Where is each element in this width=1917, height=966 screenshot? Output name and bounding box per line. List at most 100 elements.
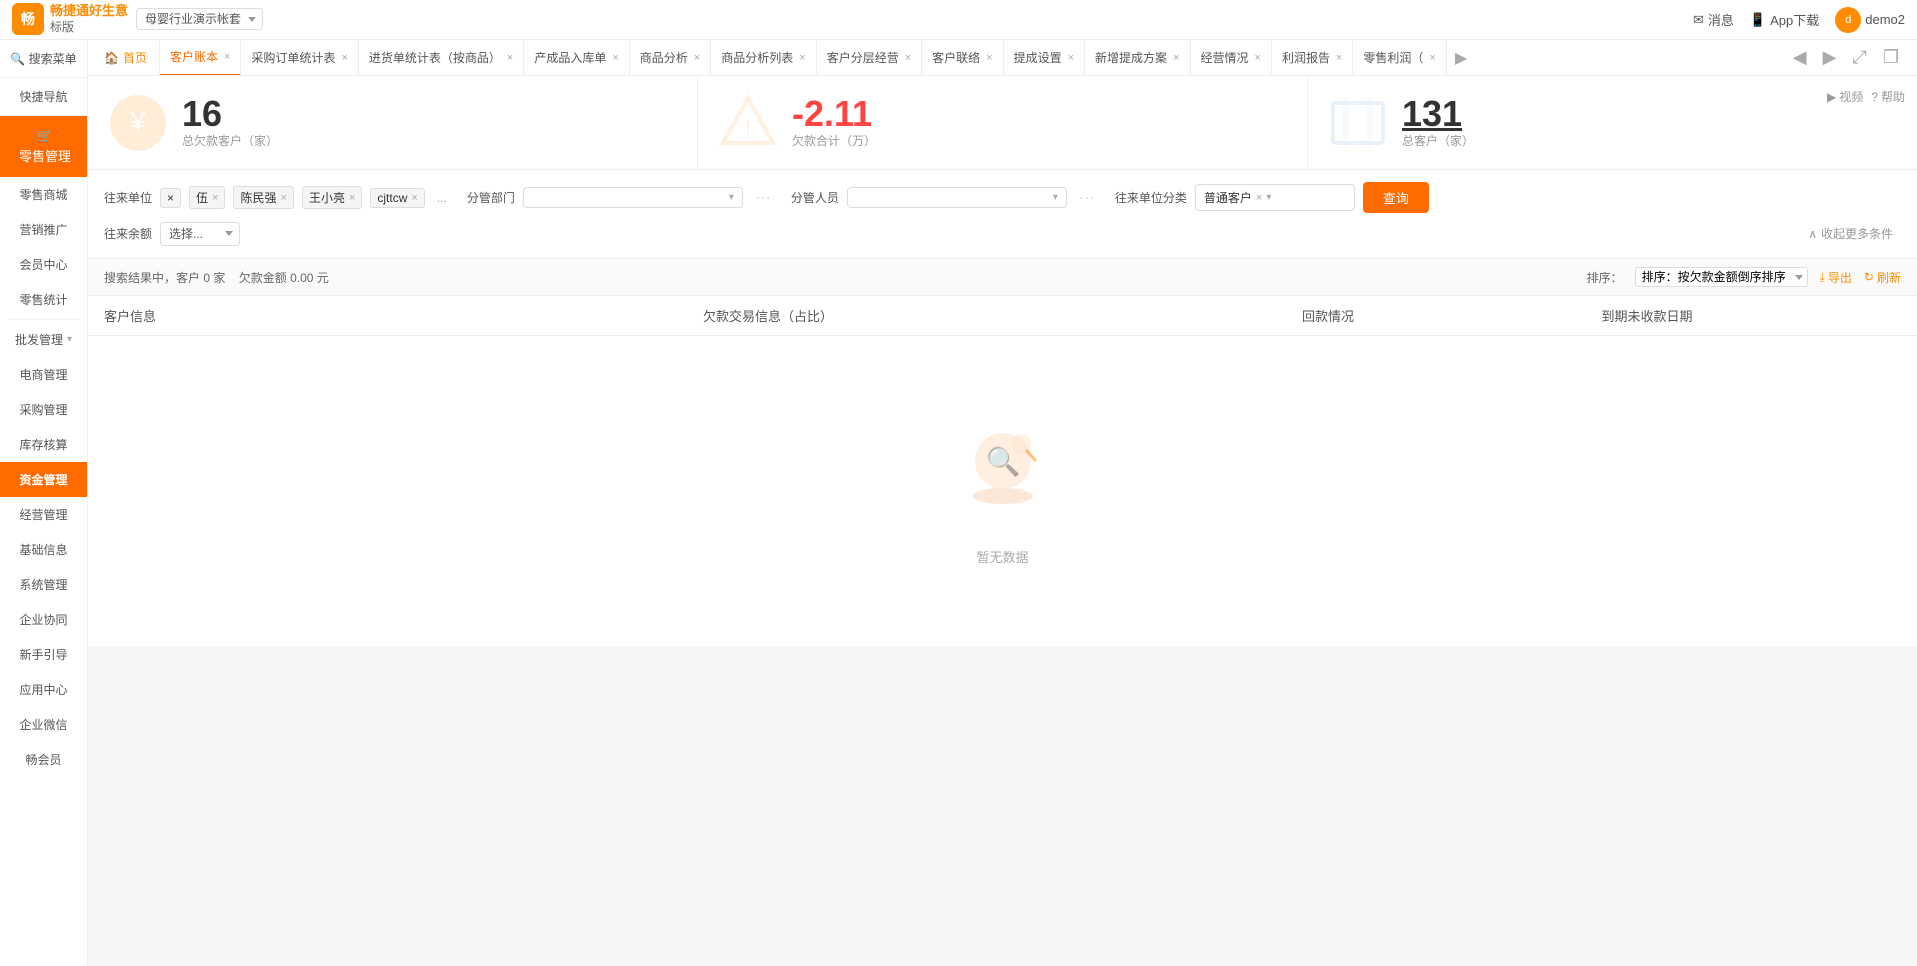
tab-close-profit[interactable]: × [1336,52,1342,64]
tab-close-new-commission[interactable]: × [1173,52,1179,64]
tab-close-customer-ledger[interactable]: × [224,51,230,63]
filter-tag-unit-wu: 伍 × [189,186,225,209]
tab-close-commission[interactable]: × [1068,52,1074,64]
app-download-btn[interactable]: 📱 App下载 [1750,10,1819,29]
sidebar-item-finance[interactable]: 资金管理 [0,462,87,497]
sidebar-item-ecommerce[interactable]: 电商管理 [0,357,87,392]
retail-icon: 🛒 [37,128,53,144]
sidebar-item-system[interactable]: 系统管理 [0,567,87,602]
balance-select[interactable]: 选择... [160,222,240,246]
home-icon: 🏠 [104,51,119,65]
table-header: 客户信息 欠款交易信息（占比） 回款情况 到期未收款日期 [88,296,1917,336]
unit-classify-select[interactable]: 普通客户 × ▾ [1195,184,1355,211]
tab-close-product-analysis[interactable]: × [694,52,700,64]
phone-icon: 📱 [1750,12,1766,28]
filter-tag-unit-chen: 陈民强 × [233,186,293,209]
sidebar-item-purchase[interactable]: 采购管理 [0,392,87,427]
stat-video-help: ▶ 视频 ? 帮助 [1827,88,1905,105]
logo-area: 畅 畅捷通好生意 标版 [12,3,128,35]
refresh-btn[interactable]: ↻ 刷新 [1864,269,1901,286]
tab-close-contact[interactable]: × [986,52,992,64]
sidebar-item-basic-info[interactable]: 基础信息 [0,532,87,567]
sidebar-item-retail-stats[interactable]: 零售统计 [0,282,87,317]
help-btn[interactable]: ? 帮助 [1871,88,1905,105]
sidebar-item-retail-mall[interactable]: 零售商城 [0,177,87,212]
sidebar-item-enterprise[interactable]: 企业协同 [0,602,87,637]
sidebar-item-member[interactable]: 畅会员 [0,742,87,777]
sidebar-item-guide[interactable]: 新手引导 [0,637,87,672]
sort-select[interactable]: 排序：按欠款金额倒序排序 [1635,267,1808,287]
filter-tag-unit-base: × [160,188,181,208]
remove-classify-btn[interactable]: × [1256,192,1262,204]
query-button[interactable]: 查询 [1363,182,1429,213]
sidebar-item-apps[interactable]: 应用中心 [0,672,87,707]
results-text: 搜索结果中，客户 0 家 欠款金额 0.00 元 [104,269,329,286]
tab-prev-btn[interactable]: ◀ [1787,45,1813,70]
top-bar-right: ✉ 消息 📱 App下载 d demo2 [1693,7,1905,33]
tab-close-retail-profit[interactable]: × [1429,52,1435,64]
remove-wang-btn[interactable]: × [349,192,355,204]
sidebar-item-wholesale[interactable]: 批发管理 ▾ [0,322,87,357]
remove-wu-btn[interactable]: × [212,192,218,204]
message-icon: ✉ [1693,12,1704,28]
tab-product-analysis-list[interactable]: 商品分析列表 × [711,40,816,76]
tab-purchase-order-stats[interactable]: 采购订单统计表 × [241,40,358,76]
col-due-date: 到期未收款日期 [1602,306,1902,325]
results-left: 搜索结果中，客户 0 家 欠款金额 0.00 元 [104,269,329,286]
tab-close-ops[interactable]: × [1255,52,1261,64]
tab-fullscreen-btn[interactable]: ⤢ [1846,45,1872,70]
stat-total-all-customers: 131 总客户（家） [1308,76,1917,169]
tab-product-analysis[interactable]: 商品分析 × [630,40,711,76]
sidebar-item-marketing[interactable]: 营销推广 [0,212,87,247]
tab-new-commission[interactable]: 新增提成方案 × [1085,40,1190,76]
tab-next-btn[interactable]: ▶ [1817,45,1843,70]
tab-ops-status[interactable]: 经营情况 × [1191,40,1272,76]
dept-label: 分管部门 [467,189,515,206]
sidebar-search[interactable]: 🔍 搜索菜单 [0,40,87,78]
main: 🏠 首页 客户账本 × 采购订单统计表 × 进货单统计表（按商品） × 产成品入… [88,40,1917,966]
tab-close-purchase-order[interactable]: × [341,52,347,64]
stat-bg-icon-1: ¥ [108,93,168,153]
video-btn[interactable]: ▶ 视频 [1827,88,1863,105]
tab-customer-ledger[interactable]: 客户账本 × [160,40,241,76]
sidebar-item-operations[interactable]: 经营管理 [0,497,87,532]
tab-goods-inbound-stats[interactable]: 进货单统计表（按商品） × [359,40,524,76]
filter-tag-unit-wang: 王小亮 × [302,186,362,209]
remove-cjttcw-btn[interactable]: × [411,192,417,204]
content: ¥ 16 总欠款客户（家） ! -2.11 欠款合计（万） [88,76,1917,966]
table-area: 客户信息 欠款交易信息（占比） 回款情况 到期未收款日期 🔍 [88,296,1917,646]
tab-close-customer-tier[interactable]: × [905,52,911,64]
chevron-down-icon: ▾ [67,334,72,345]
person-select[interactable]: ▾ [847,187,1067,208]
tab-close-production[interactable]: × [612,52,618,64]
tab-home[interactable]: 🏠 首页 [92,40,160,76]
tab-more-btn[interactable]: ▶ [1447,48,1475,68]
tab-close-product-list[interactable]: × [799,52,805,64]
sidebar-item-retail-mgmt[interactable]: 🛒 零售管理 [0,116,87,177]
tab-customer-tier[interactable]: 客户分层经营 × [817,40,922,76]
stat-3-label: 总客户（家） [1402,132,1474,149]
stat-1-number: 16 [182,96,278,132]
dept-select[interactable]: ▾ [523,187,743,208]
sidebar-item-member-center[interactable]: 会员中心 [0,247,87,282]
collapse-btn[interactable]: ∧ 收起更多条件 [1800,221,1901,246]
stat-bg-icon-2: ! [718,93,778,153]
empty-state: 🔍 暂无数据 [88,336,1917,646]
sidebar-item-wechat[interactable]: 企业微信 [0,707,87,742]
tab-production-inbound[interactable]: 产成品入库单 × [524,40,629,76]
tab-profit-report[interactable]: 利润报告 × [1272,40,1353,76]
demo-select[interactable]: 母婴行业演示帐套 [136,8,263,30]
tab-close-inbound[interactable]: × [507,52,513,64]
tab-commission-settings[interactable]: 提成设置 × [1004,40,1085,76]
tab-customer-contact[interactable]: 客户联络 × [922,40,1003,76]
more-tags-btn[interactable]: ... [433,189,451,207]
sidebar-item-inventory[interactable]: 库存核算 [0,427,87,462]
remove-chen-btn[interactable]: × [281,192,287,204]
tab-restore-btn[interactable]: ❐ [1877,45,1905,70]
user-area[interactable]: d demo2 [1835,7,1905,33]
message-btn[interactable]: ✉ 消息 [1693,10,1734,29]
tab-retail-profit[interactable]: 零售利润（ × [1353,40,1446,76]
sidebar-quick-nav[interactable]: 快捷导航 [0,78,87,116]
export-btn[interactable]: ⤓ 导出 [1820,269,1852,286]
results-bar: 搜索结果中，客户 0 家 欠款金额 0.00 元 排序： 排序：按欠款金额倒序排… [88,259,1917,296]
